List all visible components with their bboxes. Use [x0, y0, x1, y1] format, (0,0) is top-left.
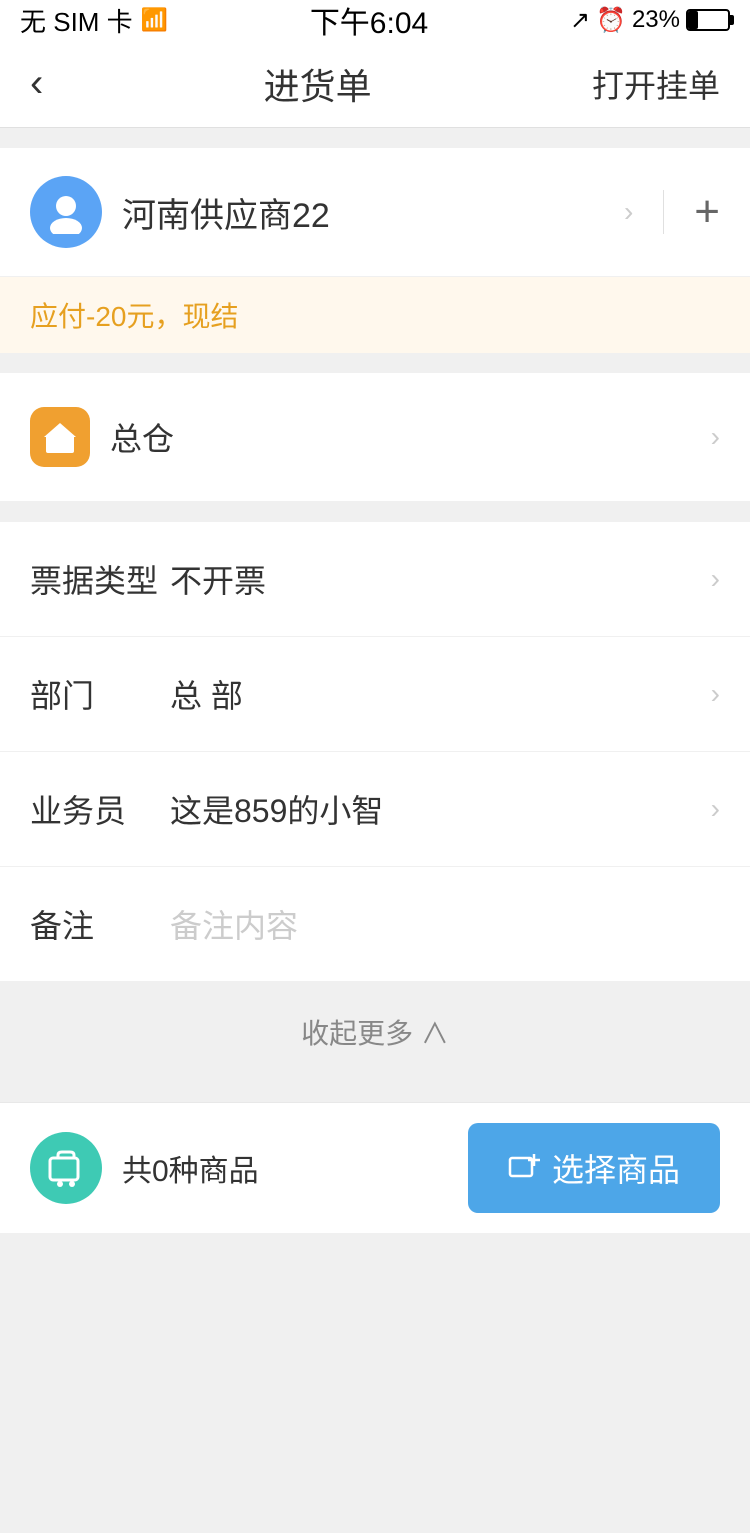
salesman-label: 业务员	[30, 786, 170, 832]
department-label: 部门	[30, 671, 170, 717]
nav-bar: ‹ 进货单 打开挂单	[0, 40, 750, 128]
warehouse-row[interactable]: 总仓 ›	[0, 373, 750, 502]
supplier-name: 河南供应商22	[122, 188, 624, 237]
warehouse-icon-wrap	[30, 407, 90, 467]
department-row[interactable]: 部门 总 部 ›	[0, 637, 750, 752]
vertical-divider	[663, 190, 664, 234]
salesman-row[interactable]: 业务员 这是859的小智 ›	[0, 752, 750, 867]
status-bar: 无 SIM 卡 📶 下午6:04 ↗ ⏰ 23%	[0, 0, 750, 40]
bg-fill	[0, 1233, 750, 1533]
remark-label: 备注	[30, 901, 170, 947]
back-button[interactable]: ‹	[30, 61, 43, 106]
department-chevron-icon: ›	[711, 678, 720, 710]
invoice-type-value: 不开票	[170, 556, 711, 602]
remark-input[interactable]: 备注内容	[170, 901, 720, 947]
notice-text: 应付-20元，现结	[30, 301, 238, 332]
invoice-type-label: 票据类型	[30, 556, 170, 602]
collapse-label: 收起更多 ∧	[301, 1012, 449, 1052]
no-sim-text: 无 SIM 卡	[20, 2, 133, 39]
supplier-row[interactable]: 河南供应商22 › +	[0, 148, 750, 277]
warehouse-icon	[42, 419, 78, 455]
salesman-chevron-icon: ›	[711, 793, 720, 825]
product-icon-wrap	[30, 1132, 102, 1204]
alarm-icon: ⏰	[596, 6, 626, 35]
supplier-avatar	[30, 176, 102, 248]
form-section: 票据类型 不开票 › 部门 总 部 › 业务员 这是859的小智 › 备注 备注…	[0, 522, 750, 982]
collapse-row[interactable]: 收起更多 ∧	[0, 982, 750, 1082]
cart-icon	[46, 1148, 86, 1188]
supplier-section: 河南供应商22 › + 应付-20元，现结	[0, 148, 750, 353]
department-value: 总 部	[170, 671, 711, 717]
section-gap-4	[0, 1082, 750, 1102]
section-gap-1	[0, 128, 750, 148]
person-icon	[44, 190, 88, 234]
wifi-icon: 📶	[141, 7, 168, 33]
notice-bar: 应付-20元，现结	[0, 277, 750, 353]
select-product-button[interactable]: 选择商品	[468, 1123, 720, 1213]
battery-text: 23%	[632, 6, 680, 34]
status-left: 无 SIM 卡 📶	[20, 2, 168, 39]
product-count: 共0种商品	[122, 1146, 468, 1190]
bottom-bar: 共0种商品 选择商品	[0, 1102, 750, 1233]
warehouse-name: 总仓	[110, 414, 711, 460]
section-gap-2	[0, 353, 750, 373]
location-icon: ↗	[570, 6, 590, 35]
add-button[interactable]: +	[694, 187, 720, 237]
section-gap-3	[0, 502, 750, 522]
invoice-type-row[interactable]: 票据类型 不开票 ›	[0, 522, 750, 637]
supplier-chevron-icon: ›	[624, 196, 633, 228]
select-product-icon	[508, 1152, 540, 1184]
open-pending-button[interactable]: 打开挂单	[592, 61, 720, 107]
status-right: ↗ ⏰ 23%	[570, 6, 730, 35]
battery-icon	[686, 9, 730, 31]
page-title: 进货单	[264, 58, 372, 110]
remark-row[interactable]: 备注 备注内容	[0, 867, 750, 982]
warehouse-chevron-icon: ›	[711, 421, 720, 453]
salesman-value: 这是859的小智	[170, 786, 711, 832]
select-product-label: 选择商品	[552, 1145, 680, 1191]
invoice-type-chevron-icon: ›	[711, 563, 720, 595]
status-time: 下午6:04	[310, 0, 428, 42]
